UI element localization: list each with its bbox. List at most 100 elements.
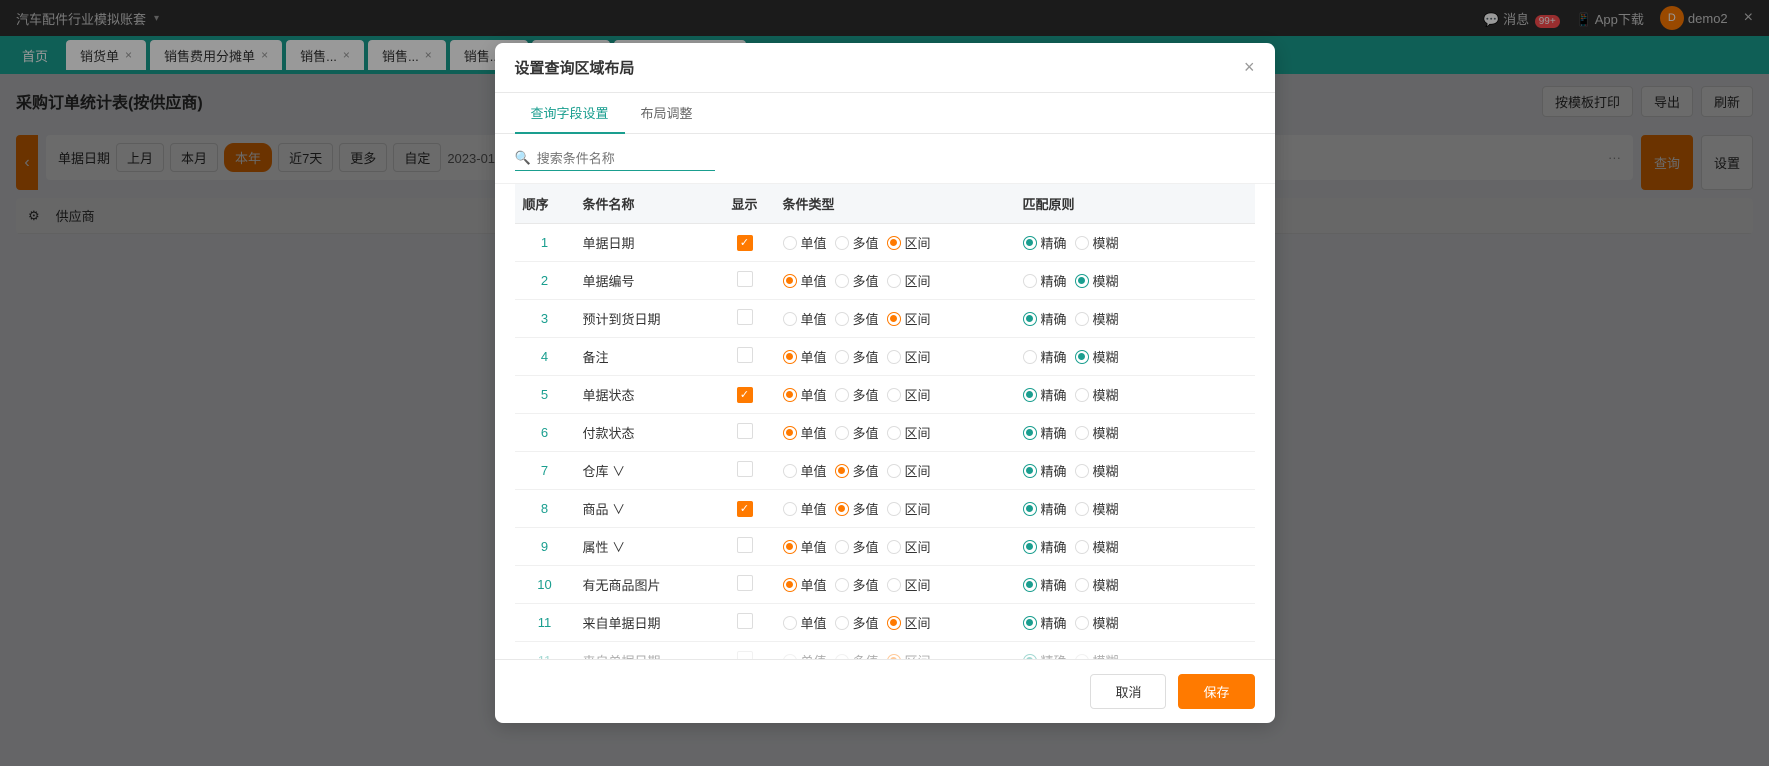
type-radio-range[interactable]: 区间: [887, 347, 931, 366]
type-radio-multi[interactable]: 多值: [835, 537, 879, 556]
modal-tab-layout[interactable]: 布局调整: [625, 93, 709, 134]
match-radio-fuzzy[interactable]: 模糊: [1075, 347, 1119, 366]
row-type-cell: 单值多值区间: [775, 604, 1015, 642]
type-radio-single[interactable]: 单值: [783, 271, 827, 290]
type-radio-range[interactable]: 区间: [887, 499, 931, 518]
display-checkbox[interactable]: [737, 537, 753, 553]
type-radio-range[interactable]: 区间: [887, 613, 931, 632]
modal-close-button[interactable]: ×: [1244, 57, 1255, 78]
row-display-cell: [715, 566, 775, 604]
display-checkbox[interactable]: [737, 271, 753, 287]
match-radio-fuzzy[interactable]: 模糊: [1075, 233, 1119, 252]
display-checkbox[interactable]: [737, 423, 753, 439]
type-label-single: 单值: [801, 309, 827, 328]
type-radio-range[interactable]: 区间: [887, 233, 931, 252]
row-condition-name: 属性 ∨: [575, 528, 715, 566]
save-button[interactable]: 保存: [1178, 674, 1254, 709]
type-radio-range[interactable]: 区间: [887, 651, 931, 659]
display-checkbox[interactable]: [737, 501, 753, 517]
type-radio-multi[interactable]: 多值: [835, 271, 879, 290]
type-radio-multi[interactable]: 多值: [835, 423, 879, 442]
type-label-single: 单值: [801, 537, 827, 556]
display-checkbox[interactable]: [737, 309, 753, 325]
type-radio-single[interactable]: 单值: [783, 537, 827, 556]
match-radio-fuzzy[interactable]: 模糊: [1075, 537, 1119, 556]
display-checkbox[interactable]: [737, 461, 753, 477]
type-radio-single[interactable]: 单值: [783, 499, 827, 518]
type-radio-range[interactable]: 区间: [887, 385, 931, 404]
type-radio-range[interactable]: 区间: [887, 309, 931, 328]
match-radio-fuzzy[interactable]: 模糊: [1075, 499, 1119, 518]
match-radio-fuzzy[interactable]: 模糊: [1075, 575, 1119, 594]
table-row: 11来自单据日期单值多值区间精确模糊: [515, 604, 1255, 642]
row-display-cell: [715, 490, 775, 528]
match-radio-fuzzy[interactable]: 模糊: [1075, 271, 1119, 290]
match-radio-exact[interactable]: 精确: [1023, 385, 1067, 404]
type-radio-multi[interactable]: 多值: [835, 651, 879, 659]
match-radio-exact[interactable]: 精确: [1023, 651, 1067, 659]
type-radio-single[interactable]: 单值: [783, 347, 827, 366]
modal-tabs: 查询字段设置 布局调整: [495, 93, 1275, 134]
type-radio-multi[interactable]: 多值: [835, 385, 879, 404]
search-icon: 🔍: [515, 150, 531, 166]
type-label-range: 区间: [905, 575, 931, 594]
row-order: 11: [515, 642, 575, 660]
type-radio-single[interactable]: 单值: [783, 613, 827, 632]
type-radio-range[interactable]: 区间: [887, 537, 931, 556]
match-radio-exact[interactable]: 精确: [1023, 423, 1067, 442]
row-condition-name: 单据编号: [575, 262, 715, 300]
match-radio-group: 精确模糊: [1023, 461, 1247, 480]
row-condition-name: 来自单据日期: [575, 604, 715, 642]
row-display-cell: [715, 224, 775, 262]
type-radio-single[interactable]: 单值: [783, 233, 827, 252]
match-radio-exact[interactable]: 精确: [1023, 461, 1067, 480]
type-radio-single[interactable]: 单值: [783, 575, 827, 594]
match-radio-fuzzy[interactable]: 模糊: [1075, 385, 1119, 404]
type-radio-single[interactable]: 单值: [783, 461, 827, 480]
type-radio-multi[interactable]: 多值: [835, 499, 879, 518]
type-radio-single[interactable]: 单值: [783, 423, 827, 442]
display-checkbox[interactable]: [737, 651, 753, 659]
match-radio-exact[interactable]: 精确: [1023, 613, 1067, 632]
row-order: 5: [515, 376, 575, 414]
match-radio-fuzzy[interactable]: 模糊: [1075, 613, 1119, 632]
match-label-fuzzy: 模糊: [1093, 347, 1119, 366]
match-radio-fuzzy[interactable]: 模糊: [1075, 461, 1119, 480]
match-radio-exact[interactable]: 精确: [1023, 309, 1067, 328]
match-radio-exact[interactable]: 精确: [1023, 575, 1067, 594]
cancel-button[interactable]: 取消: [1090, 674, 1166, 709]
match-radio-exact[interactable]: 精确: [1023, 499, 1067, 518]
display-checkbox[interactable]: [737, 613, 753, 629]
type-radio-multi[interactable]: 多值: [835, 347, 879, 366]
match-radio-fuzzy[interactable]: 模糊: [1075, 423, 1119, 442]
settings-modal: 设置查询区域布局 × 查询字段设置 布局调整 🔍 顺序: [495, 43, 1275, 723]
type-radio-multi[interactable]: 多值: [835, 233, 879, 252]
display-checkbox[interactable]: [737, 347, 753, 363]
type-radio-single[interactable]: 单值: [783, 309, 827, 328]
type-radio-range[interactable]: 区间: [887, 575, 931, 594]
row-display-cell: [715, 528, 775, 566]
type-radio-range[interactable]: 区间: [887, 461, 931, 480]
type-radio-range[interactable]: 区间: [887, 271, 931, 290]
type-radio-multi[interactable]: 多值: [835, 309, 879, 328]
display-checkbox[interactable]: [737, 235, 753, 251]
display-checkbox[interactable]: [737, 387, 753, 403]
type-radio-multi[interactable]: 多值: [835, 613, 879, 632]
type-radio-range[interactable]: 区间: [887, 423, 931, 442]
display-checkbox[interactable]: [737, 575, 753, 591]
type-radio-multi[interactable]: 多值: [835, 575, 879, 594]
type-radio-single[interactable]: 单值: [783, 651, 827, 659]
match-radio-exact[interactable]: 精确: [1023, 347, 1067, 366]
match-radio-exact[interactable]: 精确: [1023, 537, 1067, 556]
table-row: 6付款状态单值多值区间精确模糊: [515, 414, 1255, 452]
match-radio-exact[interactable]: 精确: [1023, 233, 1067, 252]
search-input[interactable]: [537, 151, 697, 166]
match-radio-group: 精确模糊: [1023, 575, 1247, 594]
match-radio-exact[interactable]: 精确: [1023, 271, 1067, 290]
type-radio-multi[interactable]: 多值: [835, 461, 879, 480]
modal-tab-query-fields[interactable]: 查询字段设置: [515, 93, 625, 134]
match-radio-fuzzy[interactable]: 模糊: [1075, 309, 1119, 328]
match-radio-fuzzy[interactable]: 模糊: [1075, 651, 1119, 659]
type-radio-single[interactable]: 单值: [783, 385, 827, 404]
match-label-exact: 精确: [1041, 309, 1067, 328]
